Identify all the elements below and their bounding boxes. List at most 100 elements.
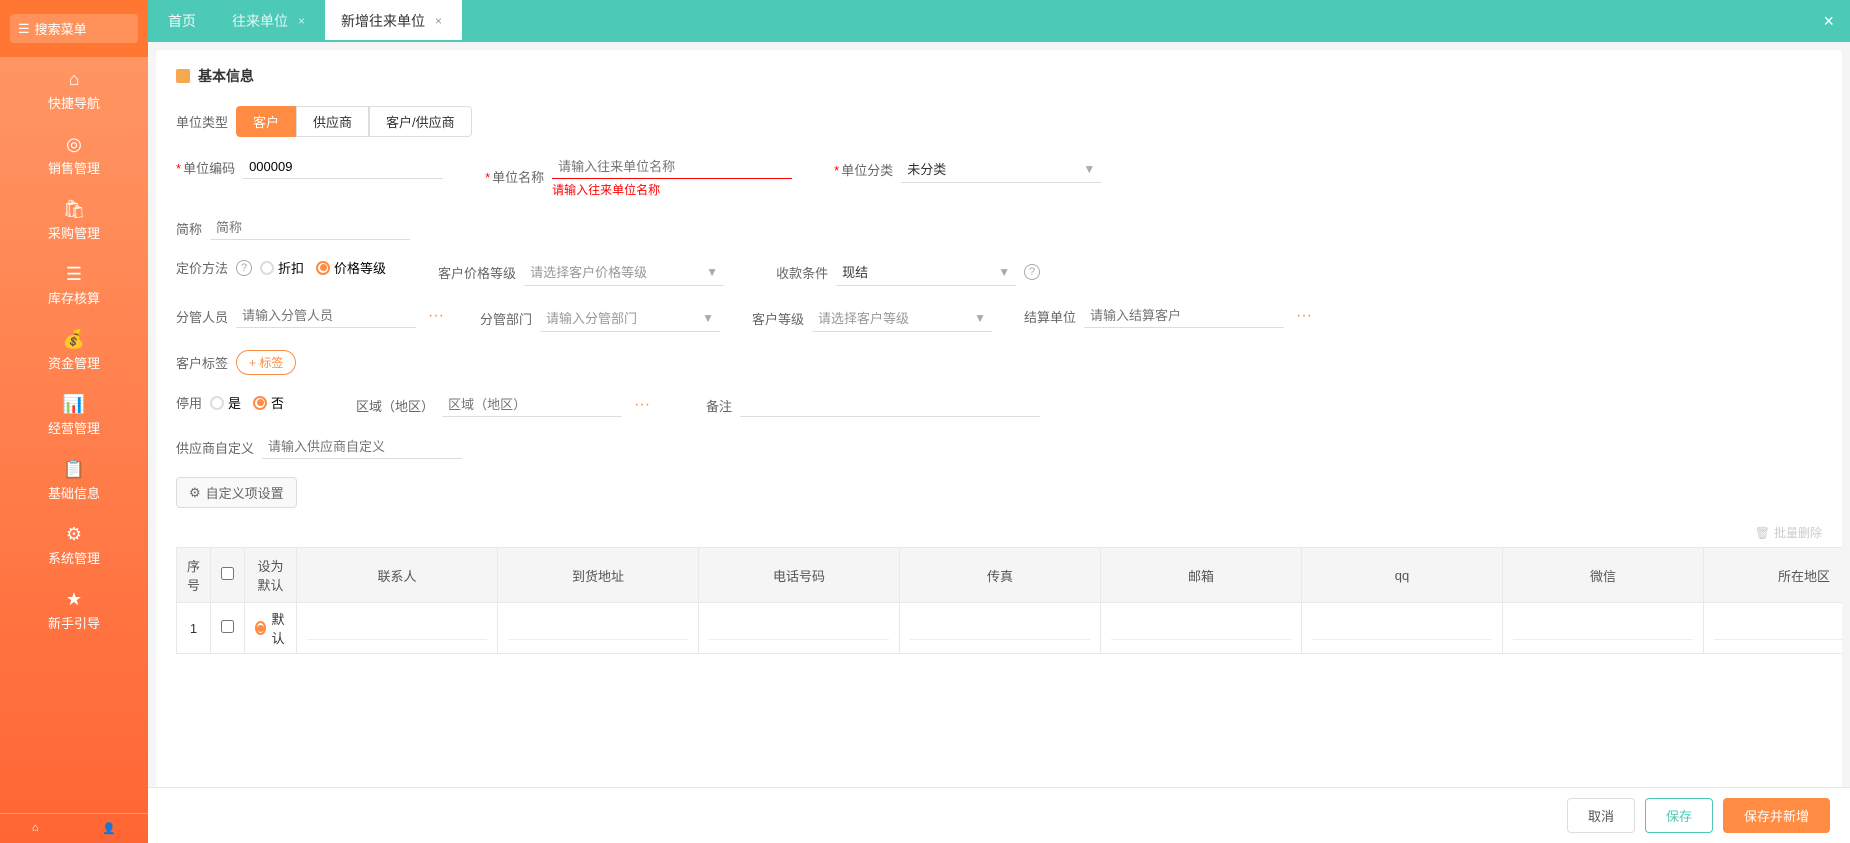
custom-settings-button[interactable]: ⚙ 自定义项设置 bbox=[176, 477, 297, 508]
sidebar-bottom-user[interactable]: 👤 bbox=[102, 822, 116, 835]
cancel-button[interactable]: 取消 bbox=[1567, 798, 1635, 833]
batch-delete-button[interactable]: 🗑 批量删除 bbox=[1755, 524, 1822, 541]
sidebar-item-operations[interactable]: 📊经营管理 bbox=[0, 382, 148, 447]
notes-label: 备注 bbox=[706, 396, 732, 415]
sidebar-item-quick-nav[interactable]: ⌂快捷导航 bbox=[0, 57, 148, 122]
row-default-radio[interactable]: 默认 bbox=[255, 609, 286, 647]
settlement-more-icon[interactable]: ··· bbox=[1292, 307, 1316, 325]
customer-level-select[interactable]: 请选择客户等级 ▼ bbox=[812, 304, 992, 332]
tab-new-contact[interactable]: 新增往来单位 × bbox=[325, 0, 462, 42]
address-input[interactable] bbox=[508, 616, 688, 640]
cell-contact[interactable] bbox=[297, 603, 498, 654]
table-header-row: 序号 设为默认 联系人 到货地址 电话号码 传真 邮箱 qq 微信 所在地区 操… bbox=[177, 548, 1843, 603]
customer-price-level-select[interactable]: 请选择客户价格等级 ▼ bbox=[524, 258, 724, 286]
notes-input[interactable] bbox=[740, 393, 1040, 417]
cell-seq: 1 bbox=[177, 603, 211, 654]
sidebar-item-label: 资金管理 bbox=[48, 353, 100, 372]
unit-type-row: 单位类型 客户 供应商 客户/供应商 bbox=[176, 106, 1822, 137]
sidebar-item-label: 库存核算 bbox=[48, 288, 100, 307]
settlement-unit-input[interactable] bbox=[1084, 304, 1284, 328]
manager-more-icon[interactable]: ··· bbox=[424, 307, 448, 325]
supplier-custom-row: 供应商自定义 bbox=[176, 435, 1822, 459]
col-check bbox=[211, 548, 245, 603]
pricing-level[interactable]: 价格等级 bbox=[316, 258, 386, 277]
col-wechat: 微信 bbox=[1503, 548, 1704, 603]
cell-qq[interactable] bbox=[1302, 603, 1503, 654]
unit-code-input[interactable] bbox=[243, 155, 443, 179]
payment-terms-select[interactable]: 现结 ▼ bbox=[836, 258, 1016, 286]
fax-input[interactable] bbox=[910, 616, 1090, 640]
cell-fax[interactable] bbox=[900, 603, 1101, 654]
disabled-no[interactable]: 否 bbox=[253, 393, 284, 412]
pricing-row: 定价方法 ? 折扣 价格等级 客户价格等级 请选择客户价格等级 bbox=[176, 258, 1822, 286]
section-title-basic: 基本信息 bbox=[176, 66, 1822, 86]
sidebar-item-finance[interactable]: 💰资金管理 bbox=[0, 317, 148, 382]
row-region-input[interactable] bbox=[1714, 616, 1842, 640]
email-input[interactable] bbox=[1111, 616, 1291, 640]
tab-home[interactable]: 首页 bbox=[148, 0, 216, 42]
sidebar-search-area[interactable]: ☰ 搜索菜单 bbox=[0, 0, 148, 57]
search-menu[interactable]: ☰ 搜索菜单 bbox=[10, 14, 138, 43]
sidebar-item-system[interactable]: ⚙系统管理 bbox=[0, 512, 148, 577]
pricing-discount[interactable]: 折扣 bbox=[260, 258, 304, 277]
unit-code-group: 单位编码 bbox=[176, 155, 443, 179]
cell-phone[interactable] bbox=[699, 603, 900, 654]
disabled-yes-radio bbox=[210, 396, 224, 410]
table-actions: 🗑 批量删除 bbox=[176, 524, 1822, 541]
phone-input[interactable] bbox=[709, 616, 889, 640]
custom-settings-label: 自定义项设置 bbox=[206, 483, 284, 502]
supplier-custom-input[interactable] bbox=[262, 435, 462, 459]
customer-tags-row: 客户标签 + 标签 bbox=[176, 350, 1822, 375]
operations-icon: 📊 bbox=[63, 394, 85, 415]
close-all-button[interactable]: × bbox=[1807, 11, 1850, 32]
cell-region[interactable] bbox=[1704, 603, 1842, 654]
select-all-checkbox[interactable] bbox=[221, 567, 234, 580]
sidebar-item-sales[interactable]: ◎销售管理 bbox=[0, 122, 148, 187]
cell-wechat[interactable] bbox=[1503, 603, 1704, 654]
settings-icon: ⚙ bbox=[189, 485, 201, 501]
section-title-text: 基本信息 bbox=[198, 66, 254, 86]
cell-check[interactable] bbox=[211, 603, 245, 654]
sidebar-item-basic-info[interactable]: 📋基础信息 bbox=[0, 447, 148, 512]
tab-new-contact-close[interactable]: × bbox=[431, 12, 446, 30]
unit-name-input[interactable] bbox=[552, 155, 792, 179]
unit-type-supplier[interactable]: 供应商 bbox=[296, 106, 369, 137]
sidebar-bottom-home[interactable]: ⌂ bbox=[32, 822, 39, 835]
add-tag-button[interactable]: + 标签 bbox=[236, 350, 296, 375]
unit-name-error: 请输入往来单位名称 bbox=[552, 181, 792, 198]
unit-category-select[interactable]: 未分类 ▼ bbox=[901, 155, 1101, 183]
save-button[interactable]: 保存 bbox=[1645, 798, 1713, 833]
payment-help-icon[interactable]: ? bbox=[1024, 264, 1040, 280]
pricing-help-icon[interactable]: ? bbox=[236, 260, 252, 276]
cell-email[interactable] bbox=[1101, 603, 1302, 654]
cell-address[interactable] bbox=[498, 603, 699, 654]
contacts-table-section: 🗑 批量删除 序号 设为默认 联系人 到货地址 电话号码 传真 邮箱 qq bbox=[176, 524, 1822, 654]
unit-type-customer[interactable]: 客户 bbox=[236, 106, 296, 137]
tab-contacts-close[interactable]: × bbox=[294, 12, 309, 30]
region-more-icon[interactable]: ··· bbox=[630, 396, 654, 414]
save-new-button[interactable]: 保存并新增 bbox=[1723, 798, 1830, 833]
contact-input[interactable] bbox=[307, 616, 487, 640]
chevron-down-icon5: ▼ bbox=[974, 311, 986, 325]
col-qq: qq bbox=[1302, 548, 1503, 603]
tab-contacts[interactable]: 往来单位 × bbox=[216, 0, 325, 42]
default-radio-circle bbox=[255, 621, 266, 635]
sidebar-item-guide[interactable]: ★新手引导 bbox=[0, 577, 148, 642]
manager-row: 分管人员 ··· 分管部门 请输入分管部门 ▼ 客户等级 请选择客户等级 ▼ 结… bbox=[176, 304, 1822, 332]
batch-delete-label: 批量删除 bbox=[1774, 524, 1822, 541]
short-name-input[interactable] bbox=[210, 216, 410, 240]
qq-input[interactable] bbox=[1312, 616, 1492, 640]
sidebar-item-inventory[interactable]: ☰库存核算 bbox=[0, 252, 148, 317]
customer-tags-label: 客户标签 bbox=[176, 353, 228, 372]
region-input[interactable] bbox=[442, 393, 622, 417]
sales-icon: ◎ bbox=[66, 134, 82, 155]
department-placeholder: 请输入分管部门 bbox=[546, 308, 637, 327]
home-icon: ⌂ bbox=[32, 822, 39, 834]
manager-input[interactable] bbox=[236, 304, 416, 328]
wechat-input[interactable] bbox=[1513, 616, 1693, 640]
unit-type-both[interactable]: 客户/供应商 bbox=[369, 106, 472, 137]
department-select[interactable]: 请输入分管部门 ▼ bbox=[540, 304, 720, 332]
disabled-yes[interactable]: 是 bbox=[210, 393, 241, 412]
row-checkbox[interactable] bbox=[221, 620, 234, 633]
sidebar-item-purchase[interactable]: 🛍采购管理 bbox=[0, 187, 148, 252]
